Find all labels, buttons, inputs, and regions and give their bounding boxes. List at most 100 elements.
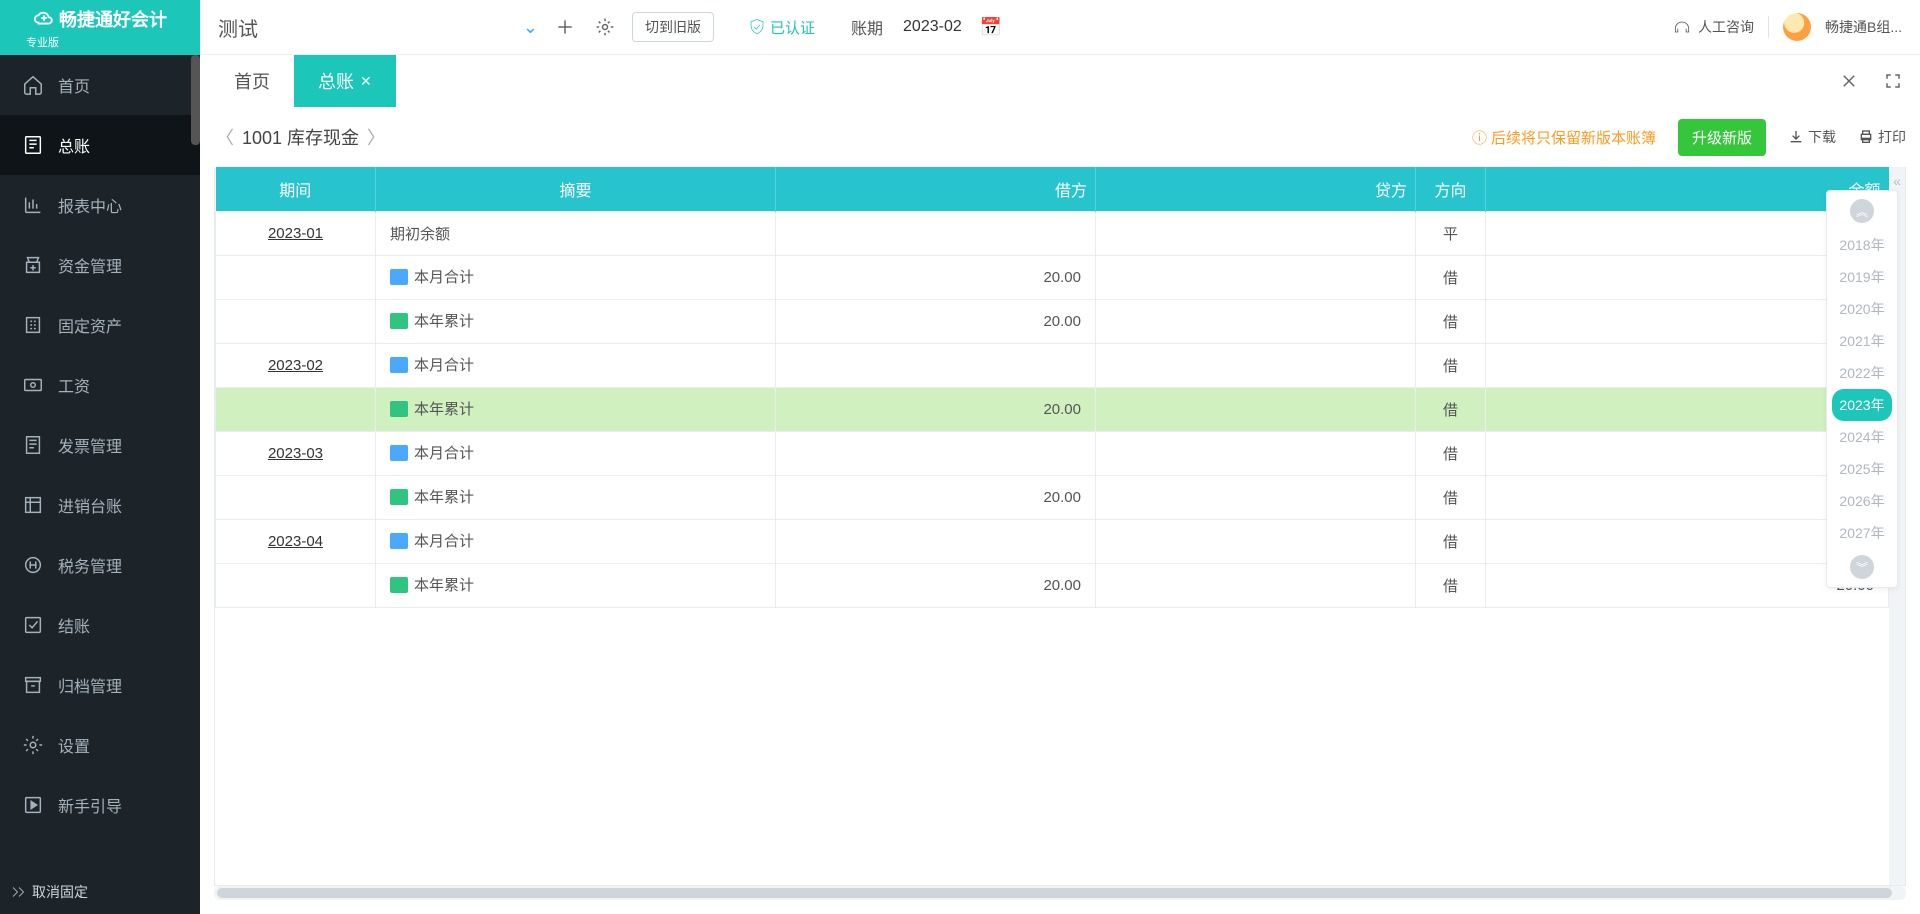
sidebar-item-play[interactable]: 新手引导: [0, 775, 200, 835]
table-cell: 借: [1416, 476, 1486, 520]
next-account[interactable]: 〉: [365, 124, 387, 150]
prev-account[interactable]: 〈: [214, 124, 236, 150]
table-cell: 20.00: [776, 564, 1096, 608]
sidebar-unpin[interactable]: 取消固定: [0, 874, 200, 914]
table-cell: 2023-01: [216, 212, 376, 256]
sidebar-item-chart[interactable]: 报表中心: [0, 175, 200, 235]
col-header: 借方: [776, 167, 1096, 212]
sidebar-item-label: 进销台账: [58, 493, 122, 517]
sidebar-item-tax[interactable]: 税务管理: [0, 535, 200, 595]
sidebar-item-label: 总账: [58, 133, 90, 157]
sidebar-scrollbar[interactable]: [191, 55, 200, 145]
year-item[interactable]: 2024年: [1832, 421, 1892, 453]
sidebar-item-label: 首页: [58, 73, 90, 97]
notice-text: 后续将只保留新版本账簿: [1491, 127, 1656, 148]
sidebar-item-book[interactable]: 进销台账: [0, 475, 200, 535]
year-panel: ︽ 2018年2019年2020年2021年2022年2023年2024年202…: [1826, 190, 1898, 588]
download-button[interactable]: 下载: [1788, 127, 1836, 147]
year-item[interactable]: 2027年: [1832, 517, 1892, 549]
avatar[interactable]: [1783, 13, 1811, 41]
tab-close-icon[interactable]: ✕: [360, 73, 372, 90]
period-link[interactable]: 2023-03: [268, 445, 323, 462]
fullscreen-button[interactable]: [1878, 66, 1908, 96]
horizontal-scrollbar[interactable]: [214, 886, 1906, 900]
sidebar-item-ledger[interactable]: 总账: [0, 115, 200, 175]
sidebar-item-label: 设置: [58, 733, 90, 757]
sidebar-item-label: 归档管理: [58, 673, 122, 697]
company-name: 测试: [218, 13, 258, 42]
table-cell: 借: [1416, 344, 1486, 388]
table-cell: [1096, 344, 1416, 388]
upgrade-button[interactable]: 升级新版: [1678, 119, 1766, 156]
table-cell: 本年累计: [376, 300, 776, 344]
period-link[interactable]: 2023-02: [268, 357, 323, 374]
username[interactable]: 畅捷通B组...: [1825, 17, 1902, 37]
tabbar: 首页总账✕: [200, 55, 1920, 107]
consult-button[interactable]: 人工咨询: [1672, 17, 1754, 37]
year-down[interactable]: ︾: [1850, 555, 1874, 579]
period-link[interactable]: 2023-01: [268, 225, 323, 242]
period-link[interactable]: 2023-04: [268, 533, 323, 550]
year-item[interactable]: 2022年: [1832, 357, 1892, 389]
table-row: 2023-03本月合计借20.00: [216, 432, 1889, 476]
table-cell: 2023-03: [216, 432, 376, 476]
table-cell: 本年累计: [376, 476, 776, 520]
summary-icon: [390, 269, 408, 285]
sidebar-item-home[interactable]: 首页: [0, 55, 200, 115]
sidebar-item-gear[interactable]: 设置: [0, 715, 200, 775]
sidebar-item-label: 固定资产: [58, 313, 122, 337]
year-item[interactable]: 2020年: [1832, 293, 1892, 325]
summary-icon: [390, 445, 408, 461]
brand-title: 畅捷通好会计: [59, 6, 167, 32]
sidebar-item-building[interactable]: 固定资产: [0, 295, 200, 355]
table-cell: 20.00: [776, 388, 1096, 432]
sidebar-item-money[interactable]: 资金管理: [0, 235, 200, 295]
col-header: 期间: [216, 167, 376, 212]
year-up[interactable]: ︽: [1850, 199, 1874, 223]
settings-button[interactable]: [592, 14, 618, 40]
table-cell: [216, 564, 376, 608]
table-row: 本年累计20.00借20.00: [216, 564, 1889, 608]
table-cell: [776, 212, 1096, 256]
sidebar-item-label: 工资: [58, 373, 90, 397]
summary-icon: [390, 489, 408, 505]
year-item[interactable]: 2021年: [1832, 325, 1892, 357]
col-header: 方向: [1416, 167, 1486, 212]
year-item[interactable]: 2026年: [1832, 485, 1892, 517]
year-item[interactable]: 2019年: [1832, 261, 1892, 293]
table-cell: [1096, 300, 1416, 344]
sidebar-item-invoice[interactable]: 发票管理: [0, 415, 200, 475]
table-cell: 借: [1416, 564, 1486, 608]
add-button[interactable]: [552, 14, 578, 40]
sidebar-item-salary[interactable]: 工资: [0, 355, 200, 415]
scrollbar-thumb[interactable]: [217, 888, 1892, 898]
sidebar-item-archive[interactable]: 归档管理: [0, 655, 200, 715]
col-header: 贷方: [1096, 167, 1416, 212]
table-cell: 本月合计: [376, 432, 776, 476]
year-item[interactable]: 2023年: [1832, 389, 1892, 421]
table-cell: 平: [1416, 212, 1486, 256]
sidebar-item-check[interactable]: 结账: [0, 595, 200, 655]
check-icon: [22, 614, 44, 636]
print-button[interactable]: 打印: [1858, 127, 1906, 147]
download-label: 下载: [1808, 127, 1836, 147]
table-cell: [1096, 476, 1416, 520]
divider: [1768, 16, 1769, 38]
sidebar-item-label: 发票管理: [58, 433, 122, 457]
print-label: 打印: [1878, 127, 1906, 147]
table-row: 2023-01期初余额平: [216, 212, 1889, 256]
tab-0[interactable]: 首页: [210, 55, 294, 107]
brand-bar: 畅捷通好会计 专业版: [0, 0, 200, 55]
table-row: 2023-04本月合计借20.00: [216, 520, 1889, 564]
table-cell: 本年累计: [376, 564, 776, 608]
company-select[interactable]: 测试 ⌄: [218, 13, 538, 42]
close-tab-button[interactable]: [1834, 66, 1864, 96]
salary-icon: [22, 374, 44, 396]
table-row: 本年累计20.00借20.00: [216, 300, 1889, 344]
tab-1[interactable]: 总账✕: [294, 55, 396, 107]
calendar-icon[interactable]: 📅: [980, 17, 1002, 38]
switch-old-version[interactable]: 切到旧版: [632, 12, 714, 42]
year-item[interactable]: 2018年: [1832, 229, 1892, 261]
period-value: 2023-02: [903, 18, 962, 36]
year-item[interactable]: 2025年: [1832, 453, 1892, 485]
